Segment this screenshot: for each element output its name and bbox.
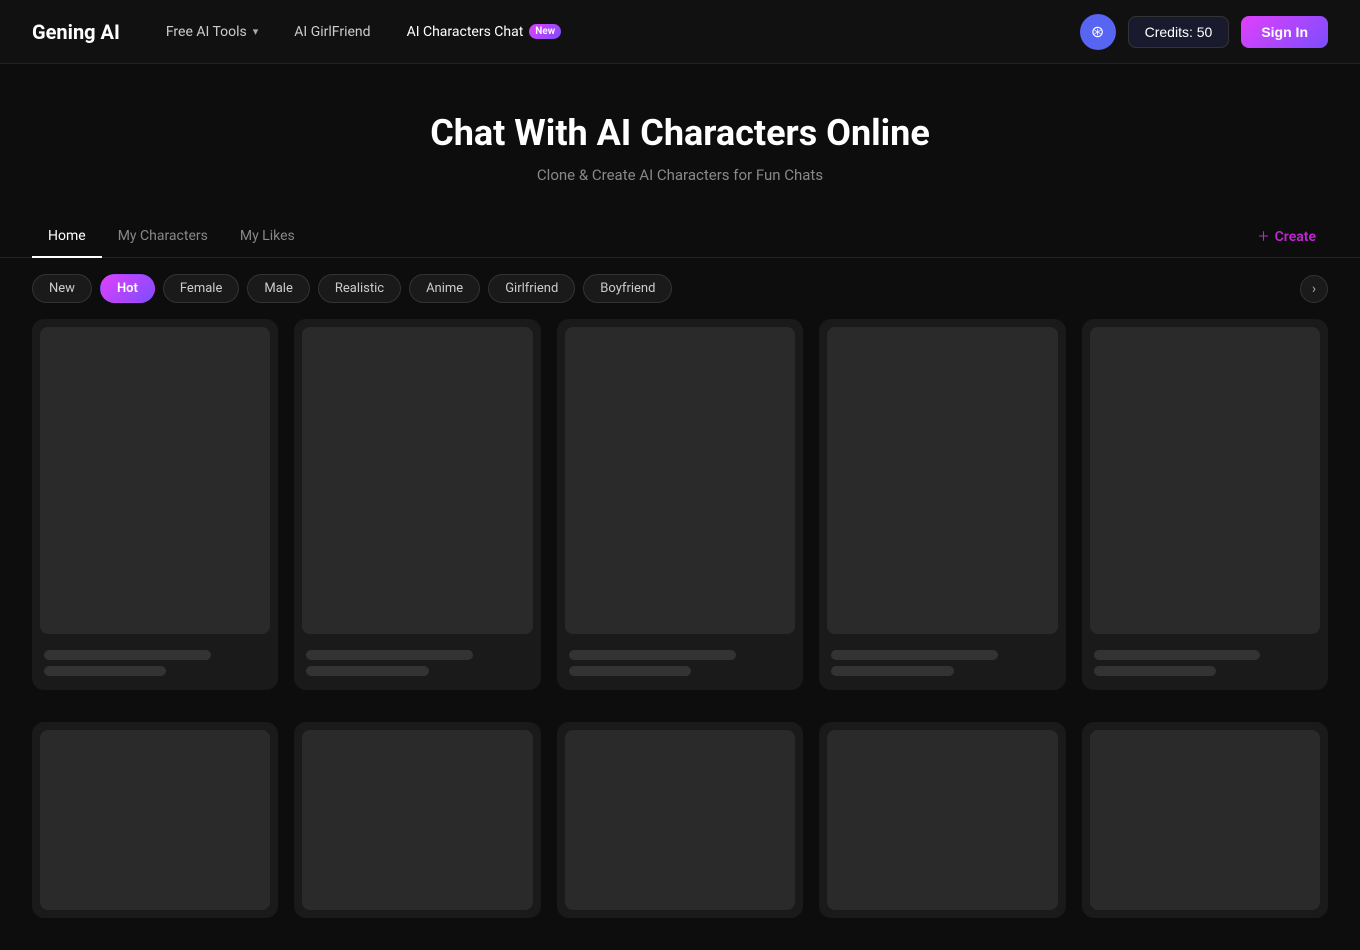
new-badge: New — [529, 24, 561, 39]
filter-new[interactable]: New — [32, 274, 92, 303]
card-subtitle-skeleton-2 — [306, 666, 428, 676]
cards-grid-row1 — [0, 319, 1360, 722]
card-title-skeleton-3 — [569, 650, 736, 660]
nav-free-ai-tools-label: Free AI Tools — [166, 24, 247, 40]
card-subtitle-skeleton-3 — [569, 666, 691, 676]
card-title-skeleton-2 — [306, 650, 473, 660]
nav-ai-girlfriend-label: AI GirlFriend — [294, 24, 370, 40]
hero-section: Chat With AI Characters Online Clone & C… — [0, 64, 1360, 216]
filter-boyfriend[interactable]: Boyfriend — [583, 274, 672, 303]
tab-my-likes[interactable]: My Likes — [224, 216, 311, 258]
card-info-1 — [32, 642, 278, 690]
card-title-skeleton-1 — [44, 650, 211, 660]
card-10[interactable] — [1082, 722, 1328, 918]
discord-icon: ⊛ — [1091, 22, 1104, 41]
card-image-5 — [1090, 327, 1320, 634]
card-7[interactable] — [294, 722, 540, 918]
header: Gening AI Free AI Tools ▾ AI GirlFriend … — [0, 0, 1360, 64]
card-image-10 — [1090, 730, 1320, 910]
cards-grid-row2 — [0, 722, 1360, 950]
card-image-7 — [302, 730, 532, 910]
card-image-9 — [827, 730, 1057, 910]
create-label: Create — [1275, 229, 1316, 245]
logo[interactable]: Gening AI — [32, 20, 120, 44]
tab-home[interactable]: Home — [32, 216, 102, 258]
nav-ai-characters-chat[interactable]: AI Characters Chat New — [393, 16, 576, 48]
tabs-bar: Home My Characters My Likes + Create — [0, 216, 1360, 258]
header-right: ⊛ Credits: 50 Sign In — [1080, 14, 1328, 50]
filter-arrow-button[interactable]: › — [1300, 275, 1328, 303]
card-3[interactable] — [557, 319, 803, 690]
create-plus-icon: + — [1258, 226, 1268, 247]
tab-my-characters[interactable]: My Characters — [102, 216, 224, 258]
card-image-4 — [827, 327, 1057, 634]
create-button[interactable]: + Create — [1246, 218, 1328, 255]
card-6[interactable] — [32, 722, 278, 918]
filter-female[interactable]: Female — [163, 274, 239, 303]
filter-realistic[interactable]: Realistic — [318, 274, 401, 303]
card-info-2 — [294, 642, 540, 690]
card-2[interactable] — [294, 319, 540, 690]
discord-button[interactable]: ⊛ — [1080, 14, 1116, 50]
card-image-1 — [40, 327, 270, 634]
filter-hot[interactable]: Hot — [100, 274, 155, 303]
card-9[interactable] — [819, 722, 1065, 918]
hero-subtitle: Clone & Create AI Characters for Fun Cha… — [32, 166, 1328, 184]
card-5[interactable] — [1082, 319, 1328, 690]
filter-anime[interactable]: Anime — [409, 274, 480, 303]
card-4[interactable] — [819, 319, 1065, 690]
nav-free-ai-tools[interactable]: Free AI Tools ▾ — [152, 16, 272, 48]
credits-button[interactable]: Credits: 50 — [1128, 16, 1230, 48]
card-image-2 — [302, 327, 532, 634]
card-subtitle-skeleton-4 — [831, 666, 953, 676]
card-image-6 — [40, 730, 270, 910]
chevron-down-icon: ▾ — [253, 25, 259, 38]
card-info-4 — [819, 642, 1065, 690]
card-subtitle-skeleton-5 — [1094, 666, 1216, 676]
signin-button[interactable]: Sign In — [1241, 16, 1328, 48]
card-info-3 — [557, 642, 803, 690]
card-image-3 — [565, 327, 795, 634]
card-subtitle-skeleton-1 — [44, 666, 166, 676]
chevron-right-icon: › — [1312, 281, 1316, 297]
card-8[interactable] — [557, 722, 803, 918]
card-info-5 — [1082, 642, 1328, 690]
card-image-8 — [565, 730, 795, 910]
card-1[interactable] — [32, 319, 278, 690]
filter-girlfriend[interactable]: Girlfriend — [488, 274, 575, 303]
filter-male[interactable]: Male — [247, 274, 309, 303]
card-title-skeleton-4 — [831, 650, 998, 660]
nav-links: Free AI Tools ▾ AI GirlFriend AI Charact… — [152, 16, 1080, 48]
hero-title: Chat With AI Characters Online — [32, 112, 1328, 154]
card-title-skeleton-5 — [1094, 650, 1261, 660]
nav-ai-characters-chat-label: AI Characters Chat — [407, 24, 524, 40]
filters-bar: New Hot Female Male Realistic Anime Girl… — [0, 258, 1360, 319]
nav-ai-girlfriend[interactable]: AI GirlFriend — [280, 16, 384, 48]
